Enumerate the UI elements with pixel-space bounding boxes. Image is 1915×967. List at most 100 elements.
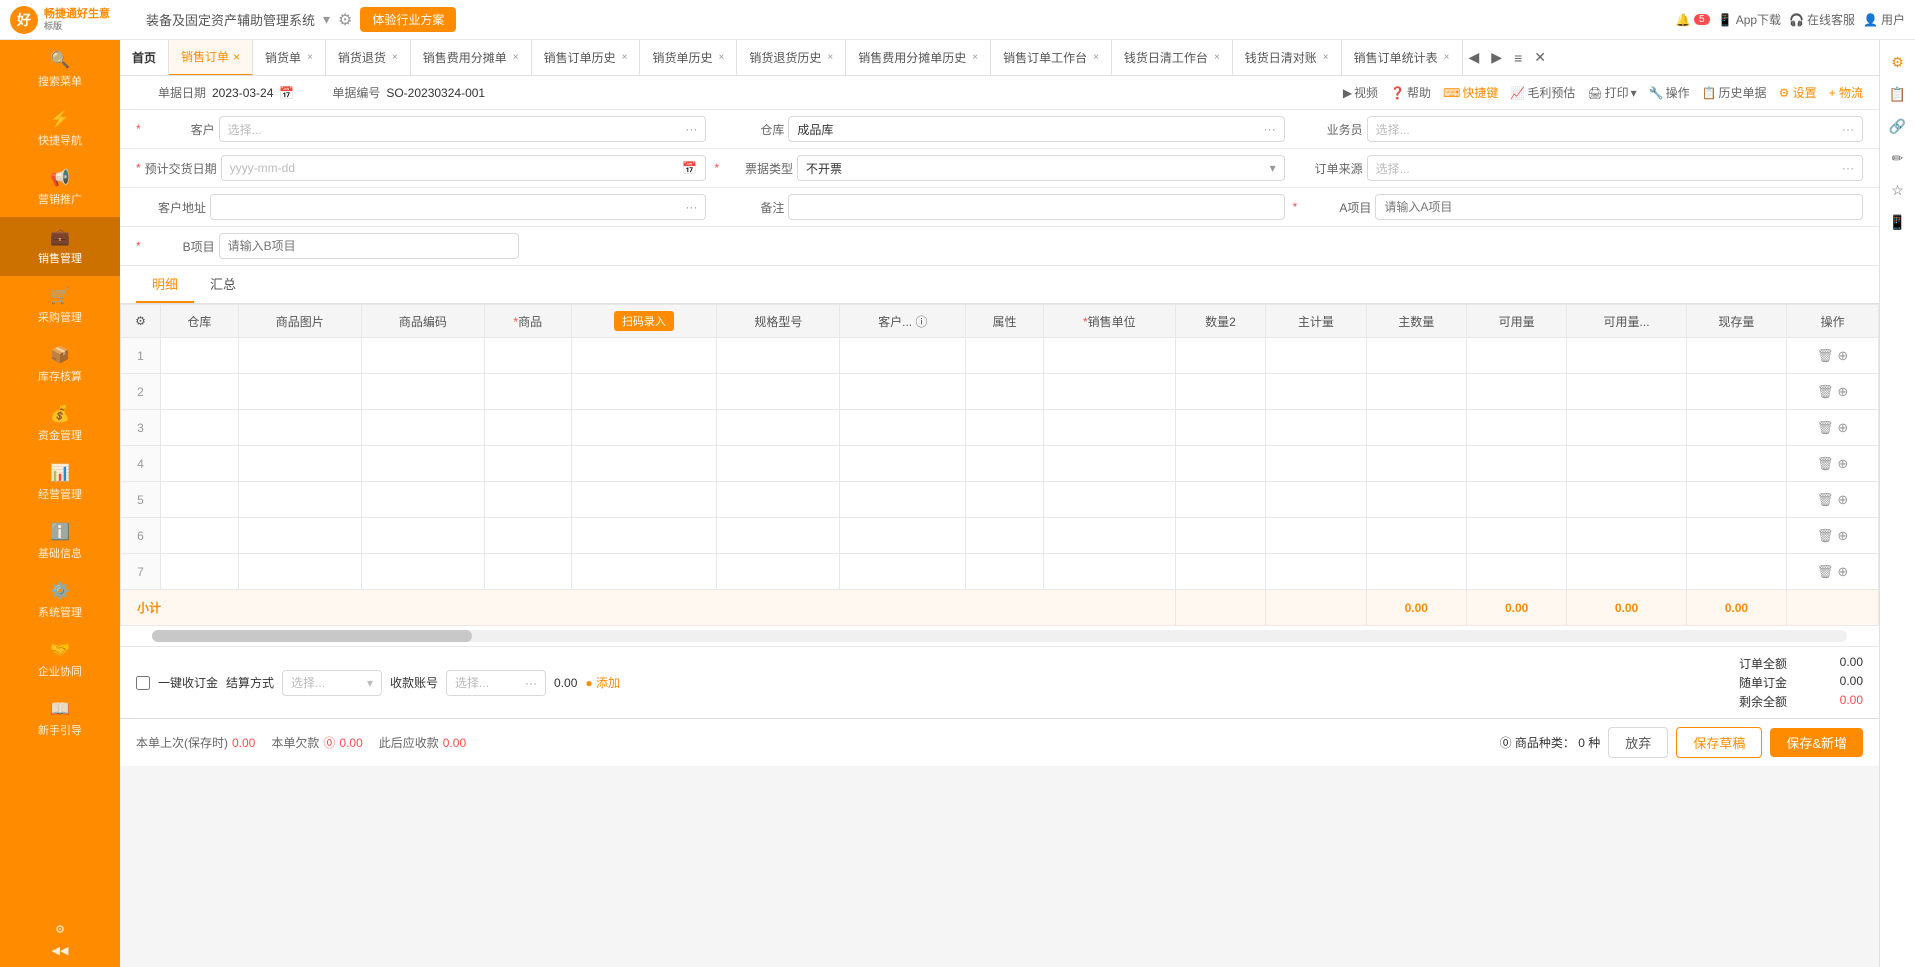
row-copy-icon[interactable]: ⊕: [1837, 492, 1848, 508]
right-panel-edit-icon[interactable]: ✏: [1884, 144, 1912, 172]
sidebar-item-quicknav[interactable]: ⚡ 快捷导航: [0, 99, 120, 158]
row-delete-icon[interactable]: 🗑: [1817, 456, 1834, 472]
a-project-input[interactable]: [1375, 194, 1863, 220]
row-copy-icon[interactable]: ⊕: [1837, 384, 1848, 400]
sidebar-item-guide[interactable]: 📖 新手引导: [0, 689, 120, 748]
right-panel-star-icon[interactable]: ☆: [1884, 176, 1912, 204]
order-source-select[interactable]: 选择... ···: [1367, 155, 1863, 181]
history-action[interactable]: 📋历史单据: [1702, 84, 1767, 101]
table-scrollbar[interactable]: [152, 630, 1847, 642]
tab-expense-history[interactable]: 销售费用分摊单历史 ×: [846, 40, 991, 76]
right-panel-list-icon[interactable]: 📋: [1884, 80, 1912, 108]
tab-cash-reconcile[interactable]: 钱货日清对账 ×: [1233, 40, 1342, 76]
row-delete-icon[interactable]: 🗑: [1817, 348, 1834, 364]
operation-action[interactable]: 🔧操作: [1649, 84, 1690, 101]
online-service-button[interactable]: 🎧 在线客服: [1789, 11, 1855, 28]
help-action[interactable]: ❓帮助: [1390, 84, 1431, 101]
row-delete-icon[interactable]: 🗑: [1817, 384, 1834, 400]
row-copy-icon[interactable]: ⊕: [1837, 420, 1848, 436]
print-action[interactable]: 🖨打印▾: [1587, 84, 1636, 101]
row-copy-icon[interactable]: ⊕: [1837, 456, 1848, 472]
tab-sales-goods[interactable]: 销货单 ×: [253, 40, 326, 76]
tab-sales-return[interactable]: 销货退货 ×: [326, 40, 411, 76]
sidebar-settings-button[interactable]: ⚙: [55, 923, 65, 936]
right-panel-link-icon[interactable]: 🔗: [1884, 112, 1912, 140]
shortcut-action[interactable]: ⌨快捷键: [1443, 84, 1498, 101]
row-copy-icon[interactable]: ⊕: [1837, 348, 1848, 364]
video-action[interactable]: ▶视频: [1343, 84, 1378, 101]
sidebar-item-purchase[interactable]: 🛒 采购管理: [0, 276, 120, 335]
col-available2: 可用量...: [1567, 305, 1686, 338]
remark-input[interactable]: [788, 194, 1284, 220]
add-field-action[interactable]: + 物流: [1829, 84, 1863, 101]
customer-address-input[interactable]: ···: [210, 194, 706, 220]
row-delete-icon[interactable]: 🗑: [1817, 528, 1834, 544]
tab-close-all-button[interactable]: ✕: [1528, 40, 1552, 76]
sidebar-item-system[interactable]: ⚙️ 系统管理: [0, 571, 120, 630]
customer-input[interactable]: 选择... ···: [219, 116, 707, 142]
salesperson-input[interactable]: 选择... ···: [1367, 116, 1863, 142]
delivery-date-input[interactable]: yyyy-mm-dd 📅: [221, 155, 707, 181]
settings-gear-icon[interactable]: ⚙: [338, 10, 352, 30]
sidebar-item-search[interactable]: 🔍 搜索菜单: [0, 40, 120, 99]
scan-button[interactable]: 扫码录入: [614, 311, 674, 331]
tab-prev-button[interactable]: ◀: [1463, 40, 1486, 76]
tab-order-workbench[interactable]: 销售订单工作台 ×: [991, 40, 1112, 76]
one-click-deposit-checkbox[interactable]: [136, 676, 150, 690]
tab-goods-history[interactable]: 销货单历史 ×: [640, 40, 737, 76]
add-payment-button[interactable]: ● 添加: [585, 674, 620, 691]
required-star1: *: [136, 122, 141, 136]
receipt-no-select[interactable]: 选择... ···: [446, 670, 546, 696]
tab-cash-workbench[interactable]: 钱货日清工作台 ×: [1112, 40, 1233, 76]
receipt-dots: ···: [525, 676, 537, 690]
invoice-type-select[interactable]: 不开票 ▾: [797, 155, 1285, 181]
sidebar-item-sales[interactable]: 💼 销售管理: [0, 217, 120, 276]
warehouse-input[interactable]: 成品库 ···: [788, 116, 1284, 142]
tab-sales-order[interactable]: 销售订单 ×: [169, 40, 253, 76]
form-header: 单据日期 2023-03-24 📅 单据编号 SO-20230324-001 ▶…: [120, 76, 1879, 110]
tab-home[interactable]: 首页: [120, 40, 169, 76]
tab-menu-button[interactable]: ≡: [1508, 40, 1528, 76]
discard-button[interactable]: 放弃: [1608, 727, 1668, 758]
order-source-label: 订单来源: [1293, 160, 1363, 177]
calendar-icon[interactable]: 📅: [279, 86, 294, 100]
sidebar-item-basic[interactable]: ℹ️ 基础信息: [0, 512, 120, 571]
row-delete-icon[interactable]: 🗑: [1817, 492, 1834, 508]
save-draft-button[interactable]: 保存草稿: [1676, 727, 1762, 758]
user-button[interactable]: 👤 用户: [1863, 11, 1905, 28]
save-new-button[interactable]: 保存&新增: [1770, 728, 1863, 757]
right-panel-settings-icon[interactable]: ⚙: [1884, 48, 1912, 76]
industry-solution-button[interactable]: 体验行业方案: [360, 7, 456, 32]
settings-action[interactable]: ⚙ 设置: [1779, 84, 1817, 101]
sidebar-collapse-button[interactable]: ◀◀: [52, 944, 69, 957]
app-download-button[interactable]: 📱 App下载: [1718, 11, 1781, 28]
col-scan[interactable]: 扫码录入: [571, 305, 717, 338]
tab-order-history[interactable]: 销售订单历史 ×: [532, 40, 641, 76]
tab-return-history[interactable]: 销货退货历史 ×: [737, 40, 846, 76]
sidebar-item-operations[interactable]: 📊 经营管理: [0, 453, 120, 512]
tab-summary[interactable]: 汇总: [194, 266, 252, 303]
tab-sales-stats[interactable]: 销售订单统计表 ×: [1342, 40, 1463, 76]
b-project-input[interactable]: [219, 233, 519, 259]
tab-detail[interactable]: 明细: [136, 266, 194, 303]
col-settings[interactable]: ⚙: [121, 305, 161, 338]
payment-method-select[interactable]: 选择... ▾: [282, 670, 382, 696]
sidebar-item-finance[interactable]: 💰 资金管理: [0, 394, 120, 453]
system-dropdown-icon[interactable]: ▾: [323, 11, 330, 28]
sidebar-item-cooperation[interactable]: 🤝 企业协同: [0, 630, 120, 689]
a-project-label: A项目: [1301, 199, 1371, 216]
row-delete-icon[interactable]: 🗑: [1817, 420, 1834, 436]
row-copy-icon[interactable]: ⊕: [1837, 528, 1848, 544]
sidebar-item-inventory[interactable]: 📦 库存核算: [0, 335, 120, 394]
subtotal-row: 小计 0.00 0.00 0.00 0.00: [121, 590, 1879, 626]
row-num-2: 2: [121, 374, 161, 410]
sidebar-item-marketing[interactable]: 📢 营销推广: [0, 158, 120, 217]
profit-action[interactable]: 📈毛利预估: [1510, 84, 1575, 101]
notification-button[interactable]: 🔔 5: [1676, 13, 1710, 27]
guide-icon: 📖: [50, 699, 70, 719]
row-copy-icon[interactable]: ⊕: [1837, 564, 1848, 580]
row-delete-icon[interactable]: 🗑: [1817, 564, 1834, 580]
right-panel-mobile-icon[interactable]: 📱: [1884, 208, 1912, 236]
tab-expense-split[interactable]: 销售费用分摊单 ×: [411, 40, 532, 76]
tab-next-button[interactable]: ▶: [1485, 40, 1508, 76]
